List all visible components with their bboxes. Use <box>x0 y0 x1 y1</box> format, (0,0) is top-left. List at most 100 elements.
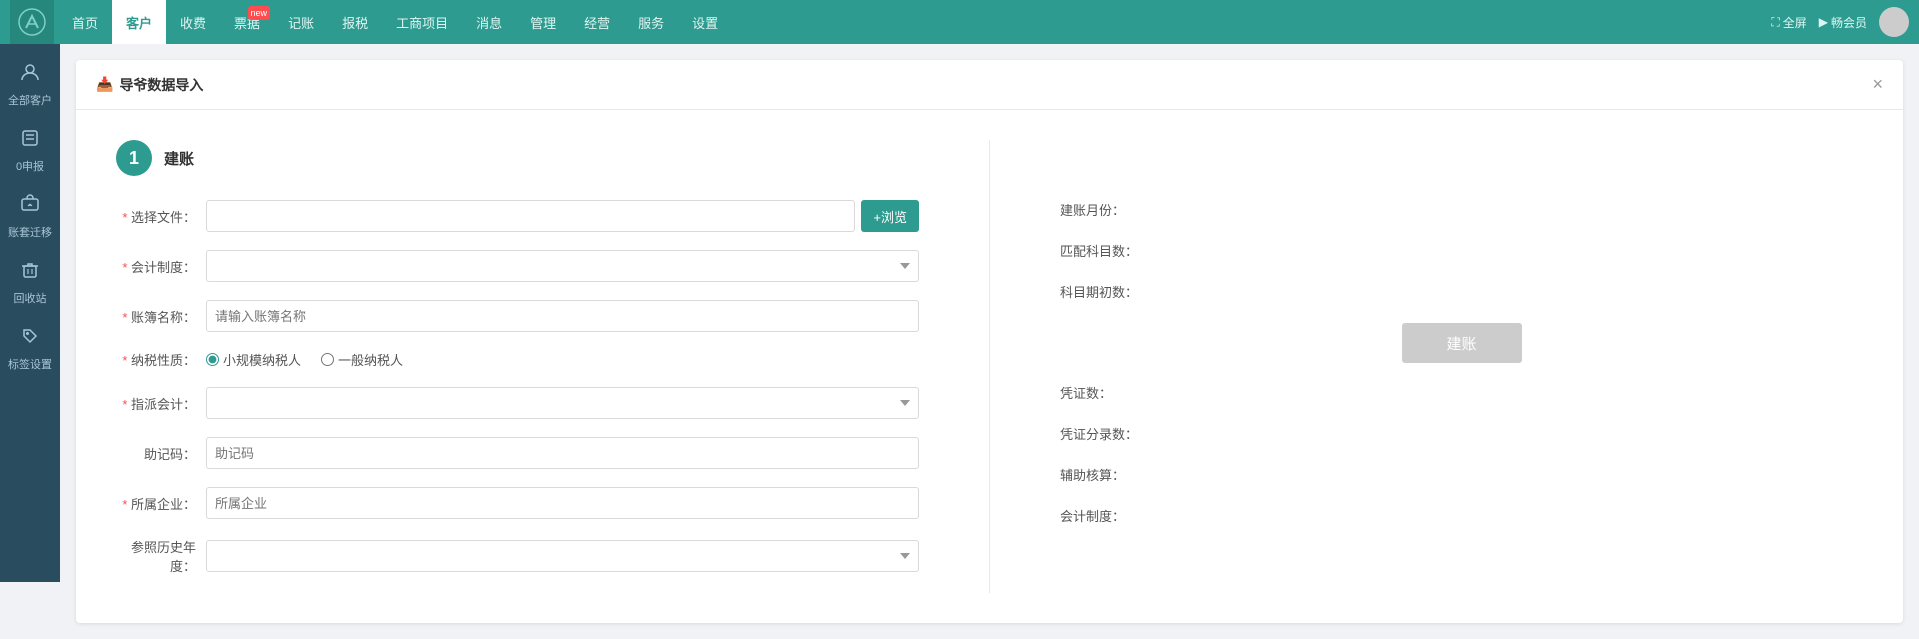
company-field <box>206 487 919 519</box>
browse-button[interactable]: +浏览 <box>861 200 919 232</box>
right-accounting-system-label: 会计制度： <box>1060 506 1125 525</box>
panel-title-area: 📥 导爷数据导入 <box>96 75 203 95</box>
accountant-select[interactable] <box>206 387 919 419</box>
panel-close-button[interactable]: × <box>1872 74 1883 95</box>
right-row-accounting-system: 会计制度： <box>1060 506 1863 525</box>
sidebar-label-all-customers: 全部客户 <box>8 92 52 108</box>
accounting-system-select[interactable] <box>206 250 919 282</box>
form-row-tax-type: * 纳税性质： 小规模纳税人 一般纳税人 <box>116 350 919 369</box>
nav-settings[interactable]: 设置 <box>678 0 732 44</box>
fullscreen-icon: ⛶ <box>1771 15 1779 30</box>
sidebar-item-tag-settings[interactable]: 标签设置 <box>0 316 60 382</box>
vip-label: 畅会员 <box>1831 14 1867 31</box>
period-init-label: 科目期初数： <box>1060 282 1138 301</box>
file-label: * 选择文件： <box>116 207 196 226</box>
form-row-file: * 选择文件： +浏览 <box>116 200 919 232</box>
tax-type-general-label[interactable]: 一般纳税人 <box>321 350 403 369</box>
play-icon: ▶ <box>1819 15 1828 29</box>
nav-message[interactable]: 消息 <box>462 0 516 44</box>
new-badge: new <box>248 6 271 20</box>
avatar[interactable] <box>1879 7 1909 37</box>
file-input[interactable] <box>206 200 855 232</box>
right-row-voucher-entry: 凭证分录数： <box>1060 424 1863 443</box>
all-customers-icon <box>20 62 40 88</box>
right-row-voucher: 凭证数： <box>1060 383 1863 402</box>
sidebar-item-account-migrate[interactable]: 账套迁移 <box>0 184 60 250</box>
accountant-label: * 指派会计： <box>116 394 196 413</box>
right-row-month: 建账月份： <box>1060 200 1863 219</box>
form-row-memo: 助记码： <box>116 437 919 469</box>
nav-home[interactable]: 首页 <box>58 0 112 44</box>
ref-year-select[interactable] <box>206 540 919 572</box>
nav-operation[interactable]: 经营 <box>570 0 624 44</box>
nav-tax[interactable]: 报税 <box>328 0 382 44</box>
tax-type-small-radio[interactable] <box>206 353 219 366</box>
ledger-name-input[interactable] <box>206 300 919 332</box>
sidebar-item-trash[interactable]: 回收站 <box>0 250 60 316</box>
company-input[interactable] <box>206 487 919 519</box>
file-field: +浏览 <box>206 200 919 232</box>
month-label: 建账月份： <box>1060 200 1125 219</box>
step-title: 建账 <box>164 148 194 169</box>
tag-settings-icon <box>20 326 40 352</box>
match-subject-label: 匹配科目数： <box>1060 241 1138 260</box>
nav-customer[interactable]: 客户 <box>112 0 166 44</box>
sidebar-label-tag-settings: 标签设置 <box>8 356 52 372</box>
memo-input[interactable] <box>206 437 919 469</box>
sidebar-label-trash: 回收站 <box>14 290 47 306</box>
sidebar-label-account-migrate: 账套迁移 <box>8 224 52 240</box>
panel-header: 📥 导爷数据导入 × <box>76 60 1903 110</box>
vip-btn[interactable]: ▶ 畅会员 <box>1819 14 1867 31</box>
sidebar-item-all-customers[interactable]: 全部客户 <box>0 52 60 118</box>
panel: 📥 导爷数据导入 × 1 建账 * 选择文件： <box>76 60 1903 623</box>
voucher-entry-label: 凭证分录数： <box>1060 424 1138 443</box>
fullscreen-btn[interactable]: ⛶ 全屏 <box>1771 14 1806 31</box>
memo-label: 助记码： <box>116 444 196 463</box>
nav-manage[interactable]: 管理 <box>516 0 570 44</box>
company-label: * 所属企业： <box>116 494 196 513</box>
fullscreen-label: 全屏 <box>1783 14 1807 31</box>
main-content: 📥 导爷数据导入 × 1 建账 * 选择文件： <box>60 44 1919 639</box>
nav-items: 首页 客户 收费 票据new 记账 报税 工商项目 消息 管理 经营 服务 设置 <box>58 0 1771 44</box>
form-left: 1 建账 * 选择文件： +浏览 <box>116 140 919 593</box>
nav-right: ⛶ 全屏 ▶ 畅会员 <box>1771 7 1909 37</box>
nav-invoice[interactable]: 票据new <box>220 0 274 44</box>
nav-fee[interactable]: 收费 <box>166 0 220 44</box>
build-button[interactable]: 建账 <box>1402 323 1522 363</box>
nav-accounting[interactable]: 记账 <box>274 0 328 44</box>
panel-body: 1 建账 * 选择文件： +浏览 <box>76 110 1903 623</box>
right-row-aux-calc: 辅助核算： <box>1060 465 1863 484</box>
account-migrate-icon <box>20 194 40 220</box>
nav-business[interactable]: 工商项目 <box>382 0 462 44</box>
sidebar-item-zero-declare[interactable]: 0申报 <box>0 118 60 184</box>
tax-type-general-radio[interactable] <box>321 353 334 366</box>
memo-field <box>206 437 919 469</box>
logo[interactable] <box>10 0 54 44</box>
accountant-field <box>206 387 919 419</box>
form-row-company: * 所属企业： <box>116 487 919 519</box>
form-row-ledger-name: * 账簿名称： <box>116 300 919 332</box>
ref-year-field <box>206 540 919 572</box>
tax-type-general-text: 一般纳税人 <box>338 350 403 369</box>
step-circle: 1 <box>116 140 152 176</box>
ref-year-label: 参照历史年度： <box>116 537 196 575</box>
panel-title-icon: 📥 <box>96 76 113 93</box>
accounting-system-field <box>206 250 919 282</box>
form-row-accounting-system: * 会计制度： <box>116 250 919 282</box>
zero-declare-icon <box>20 128 40 154</box>
voucher-count-label: 凭证数： <box>1060 383 1112 402</box>
form-section: 1 建账 * 选择文件： +浏览 <box>116 140 1863 593</box>
aux-calc-label: 辅助核算： <box>1060 465 1125 484</box>
ledger-name-label: * 账簿名称： <box>116 307 196 326</box>
nav-service[interactable]: 服务 <box>624 0 678 44</box>
tax-type-label: * 纳税性质： <box>116 350 196 369</box>
tax-type-small-text: 小规模纳税人 <box>223 350 301 369</box>
sidebar-label-zero-declare: 0申报 <box>16 158 44 174</box>
top-nav: 首页 客户 收费 票据new 记账 报税 工商项目 消息 管理 经营 服务 设置… <box>0 0 1919 44</box>
accounting-system-label: * 会计制度： <box>116 257 196 276</box>
tax-type-small-label[interactable]: 小规模纳税人 <box>206 350 301 369</box>
right-row-match: 匹配科目数： <box>1060 241 1863 260</box>
right-row-period-init: 科目期初数： <box>1060 282 1863 301</box>
sidebar: 全部客户 0申报 账套迁移 <box>0 44 60 582</box>
panel-title: 导爷数据导入 <box>119 75 203 95</box>
